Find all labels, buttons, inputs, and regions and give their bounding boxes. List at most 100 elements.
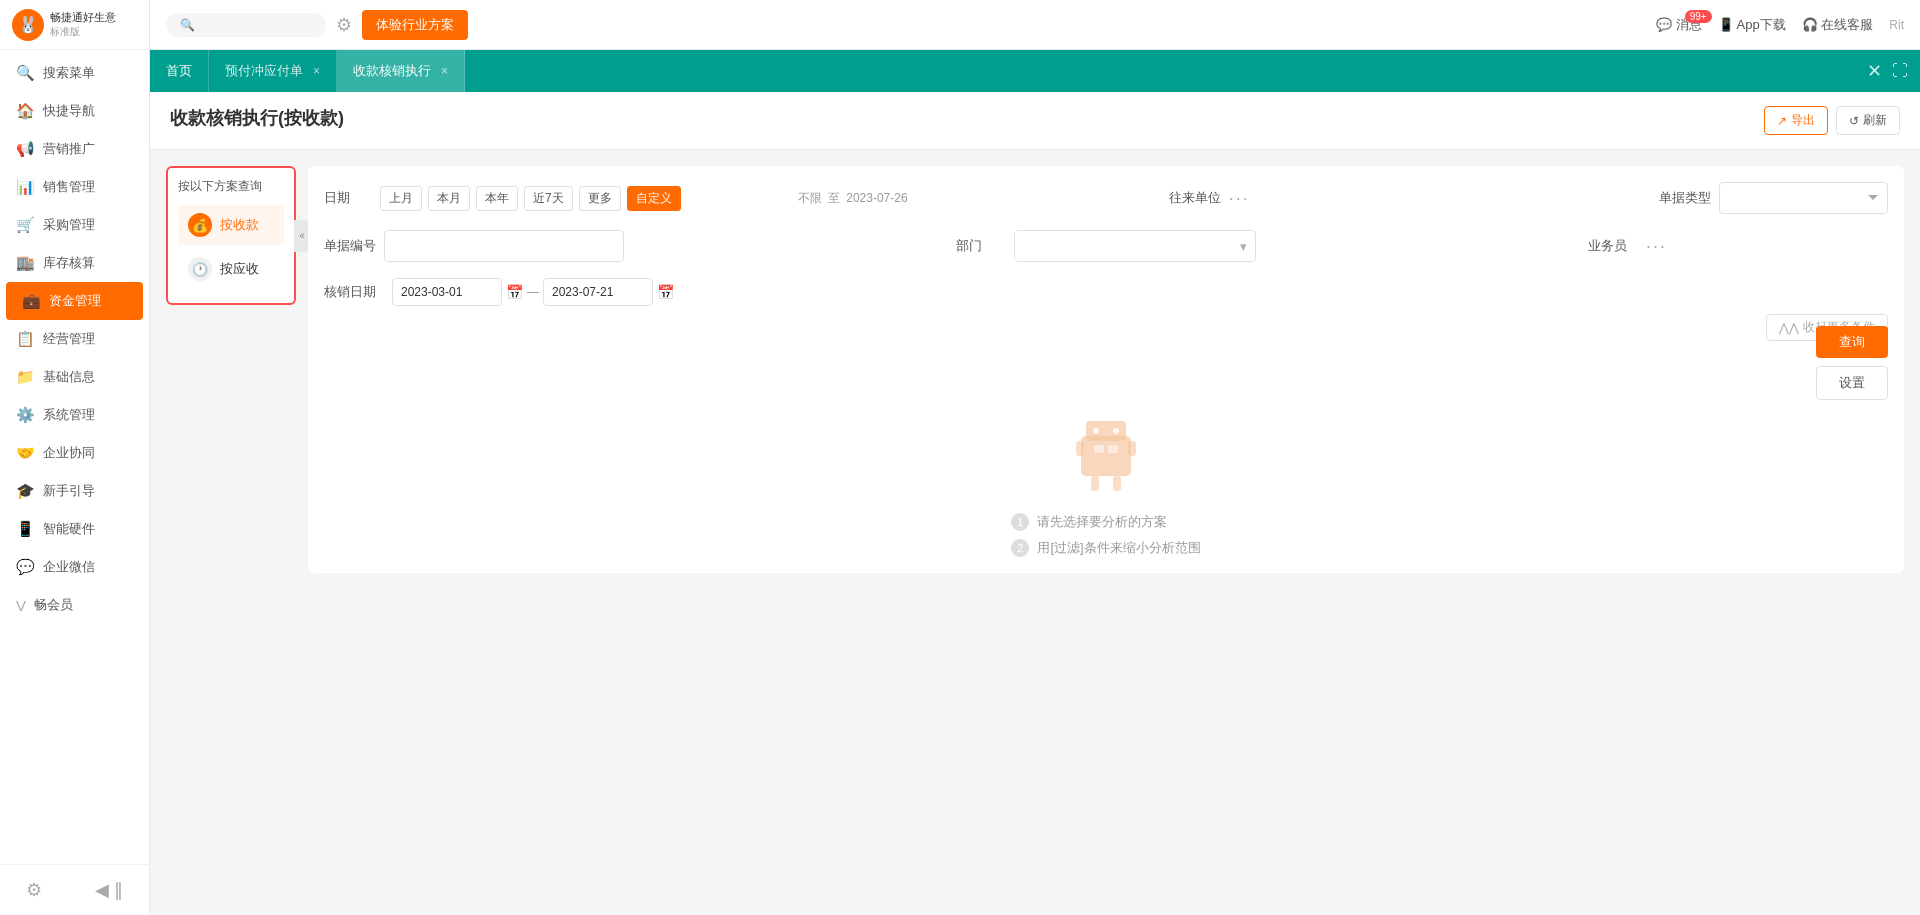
filter-item-by-receivable[interactable]: 🕐 按应收 bbox=[178, 249, 284, 289]
filter-panel: 按以下方案查询 💰 按收款 🕐 按应收 « bbox=[166, 166, 296, 907]
topbar-online-service[interactable]: 🎧 在线客服 bbox=[1802, 16, 1874, 34]
search-form: 日期 上月 本月 本年 近7天 更多 自定义 不限 至 bbox=[324, 182, 1888, 306]
settings-bottom-btn[interactable]: ⚙ bbox=[18, 875, 50, 905]
sidebar-item-label-basic: 基础信息 bbox=[43, 368, 95, 386]
docno-input[interactable] bbox=[384, 230, 624, 262]
filter-item-by-receipt[interactable]: 💰 按收款 bbox=[178, 205, 284, 245]
sidebar-item-system[interactable]: ⚙️ 系统管理 bbox=[0, 396, 149, 434]
docno-field: 单据编号 bbox=[324, 230, 624, 262]
sidebar-item-guide[interactable]: 🎓 新手引导 bbox=[0, 472, 149, 510]
sidebar-nav: 🔍 搜索菜单 🏠 快捷导航 📢 营销推广 📊 销售管理 🛒 采购管理 🏬 库存核… bbox=[0, 50, 149, 864]
empty-illustration bbox=[1056, 401, 1156, 501]
tab-home[interactable]: 首页 bbox=[150, 50, 209, 92]
app-logo-icon: 🐰 bbox=[12, 9, 44, 41]
export-btn[interactable]: ↗ 导出 bbox=[1764, 106, 1828, 135]
this-year-btn[interactable]: 本年 bbox=[476, 186, 518, 211]
tab-prepay-close[interactable]: × bbox=[313, 64, 320, 78]
sidebar-item-marketing[interactable]: 📢 营销推广 bbox=[0, 130, 149, 168]
collapse-sidebar-btn[interactable]: ◀ ‖ bbox=[87, 875, 131, 905]
svg-rect-5 bbox=[1108, 445, 1118, 453]
collapse-up-icon: ⋀⋀ bbox=[1779, 321, 1799, 335]
sidebar-item-quicknav[interactable]: 🏠 快捷导航 bbox=[0, 92, 149, 130]
svg-rect-9 bbox=[1113, 476, 1121, 491]
sidebar-item-finance[interactable]: 💼 资金管理 bbox=[6, 282, 143, 320]
filter-box: 按以下方案查询 💰 按收款 🕐 按应收 « bbox=[166, 166, 296, 305]
svg-point-3 bbox=[1113, 428, 1119, 434]
corp-icon: 🤝 bbox=[16, 444, 35, 462]
form-row-2: 单据编号 部门 ▾ bbox=[324, 230, 1888, 262]
verify-date-start-calendar-icon[interactable]: 📅 bbox=[506, 284, 523, 300]
verify-date-start-input[interactable] bbox=[392, 278, 502, 306]
verify-date-end-input[interactable] bbox=[543, 278, 653, 306]
topbar: 🔍 ⚙ 体验行业方案 💬 消息 99+ 📱 App下载 🎧 在线客服 Rit bbox=[150, 0, 1920, 50]
search-panel: 日期 上月 本月 本年 近7天 更多 自定义 不限 至 bbox=[308, 166, 1904, 573]
custom-date-btn[interactable]: 自定义 bbox=[627, 186, 681, 211]
page-content: 收款核销执行(按收款) ↗ 导出 ↺ 刷新 按以下方案查询 💰 bbox=[150, 92, 1920, 915]
topbar-message-btn[interactable]: 💬 消息 99+ bbox=[1656, 16, 1702, 34]
refresh-btn[interactable]: ↺ 刷新 bbox=[1836, 106, 1900, 135]
dept-input[interactable] bbox=[1015, 231, 1232, 261]
svg-rect-8 bbox=[1091, 476, 1099, 491]
last-7days-btn[interactable]: 近7天 bbox=[524, 186, 573, 211]
sidebar-item-sales[interactable]: 📊 销售管理 bbox=[0, 168, 149, 206]
svg-rect-4 bbox=[1094, 445, 1104, 453]
sidebar-item-corp[interactable]: 🤝 企业协同 bbox=[0, 434, 149, 472]
sidebar-item-search[interactable]: 🔍 搜索菜单 bbox=[0, 54, 149, 92]
topbar-app-download[interactable]: 📱 App下载 bbox=[1718, 16, 1786, 34]
setting-btn[interactable]: 设置 bbox=[1816, 366, 1888, 400]
svg-rect-0 bbox=[1081, 436, 1131, 476]
sidebar-item-inventory[interactable]: 🏬 库存核算 bbox=[0, 244, 149, 282]
sidebar-item-label-sales: 销售管理 bbox=[43, 178, 95, 196]
topbar-search-icon: 🔍 bbox=[180, 18, 195, 32]
query-btn[interactable]: 查询 bbox=[1816, 326, 1888, 358]
sales-icon: 📊 bbox=[16, 178, 35, 196]
tab-expand-icon[interactable]: ⛶ bbox=[1892, 62, 1908, 80]
last-month-btn[interactable]: 上月 bbox=[380, 186, 422, 211]
doc-type-label: 单据类型 bbox=[1659, 189, 1711, 207]
dept-input-wrap: ▾ bbox=[1014, 230, 1256, 262]
purchase-icon: 🛒 bbox=[16, 216, 35, 234]
sidebar-item-mgmt[interactable]: 📋 经营管理 bbox=[0, 320, 149, 358]
date-filter: 日期 上月 本月 本年 近7天 更多 自定义 bbox=[324, 186, 782, 211]
tab-prepay-label: 预付冲应付单 bbox=[225, 62, 303, 80]
sidebar-item-label-purchase: 采购管理 bbox=[43, 216, 95, 234]
sidebar-item-label-guide: 新手引导 bbox=[43, 482, 95, 500]
sales-dots-btn[interactable]: ··· bbox=[1646, 236, 1667, 257]
sidebar-item-label-mgmt: 经营管理 bbox=[43, 330, 95, 348]
svg-rect-6 bbox=[1076, 441, 1084, 456]
sidebar-item-label-quicknav: 快捷导航 bbox=[43, 102, 95, 120]
sidebar-bottom: ⚙ ◀ ‖ bbox=[0, 864, 149, 915]
tab-collection[interactable]: 收款核销执行 × bbox=[337, 50, 465, 92]
sidebar-item-hardware[interactable]: 📱 智能硬件 bbox=[0, 510, 149, 548]
sidebar-item-purchase[interactable]: 🛒 采购管理 bbox=[0, 206, 149, 244]
counterparty-label: 往来单位 bbox=[1169, 189, 1221, 207]
doc-type-select[interactable] bbox=[1719, 182, 1888, 214]
sidebar-item-basic[interactable]: 📁 基础信息 bbox=[0, 358, 149, 396]
sidebar-item-member[interactable]: V 畅会员 bbox=[0, 586, 149, 624]
sidebar-item-label-wechat: 企业微信 bbox=[43, 558, 95, 576]
sidebar-item-label-system: 系统管理 bbox=[43, 406, 95, 424]
date-no-limit: 不限 至 2023-07-26 bbox=[798, 190, 907, 207]
page-header-actions: ↗ 导出 ↺ 刷新 bbox=[1764, 106, 1900, 149]
more-date-btn[interactable]: 更多 bbox=[579, 186, 621, 211]
svg-rect-1 bbox=[1086, 421, 1126, 441]
app-badge: 标准版 bbox=[50, 25, 116, 39]
counterparty-dots-btn[interactable]: ··· bbox=[1229, 188, 1250, 209]
app-name: 畅捷通好生意 bbox=[50, 10, 116, 24]
topbar-search-box[interactable]: 🔍 bbox=[166, 13, 326, 37]
this-month-btn[interactable]: 本月 bbox=[428, 186, 470, 211]
sidebar-item-wechat[interactable]: 💬 企业微信 bbox=[0, 548, 149, 586]
tab-prepay[interactable]: 预付冲应付单 × bbox=[209, 50, 337, 92]
topbar-user[interactable]: Rit bbox=[1889, 18, 1904, 32]
tab-close-icon[interactable]: ✕ bbox=[1867, 60, 1882, 82]
industry-btn[interactable]: 体验行业方案 bbox=[362, 10, 468, 40]
page-header: 收款核销执行(按收款) ↗ 导出 ↺ 刷新 bbox=[150, 92, 1920, 150]
topbar-gear-icon[interactable]: ⚙ bbox=[336, 14, 352, 36]
receipt-icon: 💰 bbox=[188, 213, 212, 237]
tab-collection-close[interactable]: × bbox=[441, 64, 448, 78]
dept-arrow-icon[interactable]: ▾ bbox=[1232, 239, 1255, 254]
verify-date-end-calendar-icon[interactable]: 📅 bbox=[657, 284, 674, 300]
inventory-icon: 🏬 bbox=[16, 254, 35, 272]
sidebar-logo: 🐰 畅捷通好生意 标准版 bbox=[0, 0, 149, 50]
member-icon: V bbox=[16, 597, 26, 614]
